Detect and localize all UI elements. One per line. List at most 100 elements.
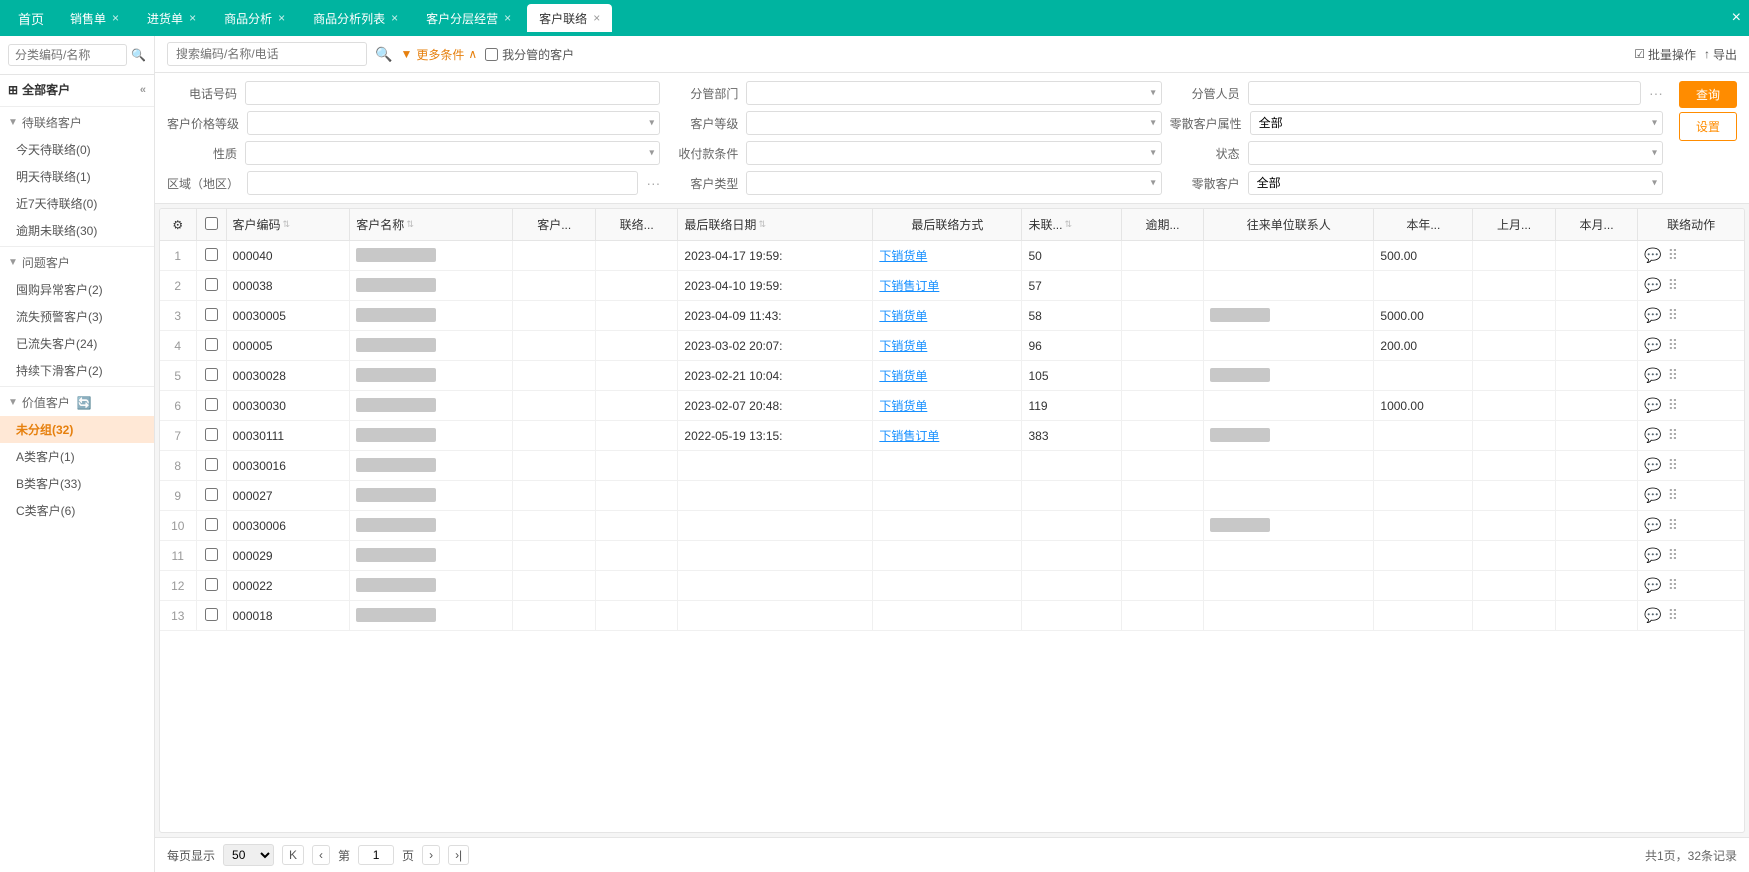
row-checkbox[interactable] bbox=[205, 458, 218, 471]
sidebar-group-problem[interactable]: ▼ 问题客户 bbox=[0, 249, 154, 276]
my-customers-checkbox-label[interactable]: 我分管的客户 bbox=[485, 46, 574, 63]
my-customers-checkbox[interactable] bbox=[485, 48, 498, 61]
sidebar-item-ungroup[interactable]: 未分组(32) bbox=[0, 416, 154, 443]
filter-search-btn[interactable]: 🔍 bbox=[375, 46, 392, 63]
type-select[interactable] bbox=[746, 171, 1161, 195]
collapse-sidebar-btn[interactable]: « bbox=[140, 84, 146, 96]
row-checkbox[interactable] bbox=[205, 518, 218, 531]
cell-last-method[interactable] bbox=[873, 601, 1022, 631]
row-checkbox[interactable] bbox=[205, 608, 218, 621]
sidebar-item-7days[interactable]: 近7天待联络(0) bbox=[0, 190, 154, 217]
export-btn[interactable]: ↑ 导出 bbox=[1704, 46, 1737, 63]
contact-icon[interactable]: 💬 bbox=[1644, 487, 1661, 504]
sidebar-item-today[interactable]: 今天待联络(0) bbox=[0, 136, 154, 163]
status-select[interactable] bbox=[1248, 141, 1663, 165]
level-select[interactable] bbox=[746, 111, 1161, 135]
sidebar-search-input[interactable] bbox=[8, 44, 127, 66]
row-checkbox[interactable] bbox=[205, 578, 218, 591]
person-more-btn[interactable]: ··· bbox=[1649, 85, 1663, 101]
row-checkbox[interactable] bbox=[205, 248, 218, 261]
method-link[interactable]: 下销货单 bbox=[879, 249, 927, 263]
th-last-date[interactable]: 最后联络日期 bbox=[678, 209, 873, 241]
cell-last-method[interactable]: 下销货单 bbox=[873, 391, 1022, 421]
cell-last-method[interactable]: 下销售订单 bbox=[873, 421, 1022, 451]
cell-last-method[interactable] bbox=[873, 511, 1022, 541]
price-level-select[interactable] bbox=[247, 111, 660, 135]
contact-icon[interactable]: 💬 bbox=[1644, 457, 1661, 474]
filter-search-input[interactable] bbox=[167, 42, 367, 66]
more-icon[interactable]: ⠿ bbox=[1668, 547, 1678, 564]
last-date-sort[interactable]: 最后联络日期 bbox=[684, 216, 866, 233]
more-icon[interactable]: ⠿ bbox=[1668, 277, 1678, 294]
cell-last-method[interactable] bbox=[873, 451, 1022, 481]
more-icon[interactable]: ⠿ bbox=[1668, 367, 1678, 384]
not-contact-sort[interactable]: 未联... bbox=[1028, 216, 1114, 233]
sidebar-item-abnormal[interactable]: 囤购异常客户(2) bbox=[0, 276, 154, 303]
sidebar-search-icon[interactable]: 🔍 bbox=[131, 48, 146, 62]
refresh-icon[interactable]: 🔄 bbox=[77, 396, 92, 410]
close-purchase-tab[interactable]: × bbox=[189, 11, 196, 25]
row-checkbox[interactable] bbox=[205, 488, 218, 501]
row-checkbox[interactable] bbox=[205, 338, 218, 351]
nav-tab-purchase[interactable]: 进货单 × bbox=[135, 4, 208, 32]
more-icon[interactable]: ⠿ bbox=[1668, 577, 1678, 594]
more-filters-btn[interactable]: ▼ 更多条件 ∧ bbox=[400, 46, 477, 63]
row-checkbox[interactable] bbox=[205, 278, 218, 291]
first-page-btn[interactable]: K bbox=[282, 845, 304, 865]
th-partner-contact[interactable]: 往来单位联系人 bbox=[1204, 209, 1374, 241]
contact-icon[interactable]: 💬 bbox=[1644, 307, 1661, 324]
reset-btn[interactable]: 设置 bbox=[1679, 112, 1737, 141]
contact-icon[interactable]: 💬 bbox=[1644, 337, 1661, 354]
contact-icon[interactable]: 💬 bbox=[1644, 517, 1661, 534]
row-checkbox[interactable] bbox=[205, 368, 218, 381]
th-name[interactable]: 客户名称 bbox=[350, 209, 513, 241]
th-customer-type[interactable]: 客户... bbox=[513, 209, 595, 241]
close-customer-contact-tab[interactable]: × bbox=[593, 11, 600, 25]
gear-icon[interactable]: ⚙ bbox=[172, 218, 183, 232]
more-icon[interactable]: ⠿ bbox=[1668, 487, 1678, 504]
close-all-btn[interactable]: × bbox=[1732, 9, 1741, 27]
contact-icon[interactable]: 💬 bbox=[1644, 247, 1661, 264]
name-sort[interactable]: 客户名称 bbox=[356, 216, 506, 233]
region-input[interactable] bbox=[247, 171, 638, 195]
nav-home[interactable]: 首页 bbox=[8, 9, 54, 28]
cell-last-method[interactable]: 下销货单 bbox=[873, 241, 1022, 271]
nature-select[interactable] bbox=[245, 141, 660, 165]
retail-select[interactable]: 全部 bbox=[1248, 171, 1663, 195]
all-customers-title[interactable]: ⊞ 全部客户 « bbox=[0, 75, 154, 104]
more-icon[interactable]: ⠿ bbox=[1668, 457, 1678, 474]
th-overdue[interactable]: 逾期... bbox=[1121, 209, 1203, 241]
next-page-btn[interactable]: › bbox=[422, 845, 440, 865]
close-analysis-tab[interactable]: × bbox=[278, 11, 285, 25]
method-link[interactable]: 下销货单 bbox=[879, 369, 927, 383]
batch-op-btn[interactable]: ☑ 批量操作 bbox=[1634, 46, 1696, 63]
attr-select[interactable]: 全部 bbox=[1250, 111, 1663, 135]
nav-tab-customer-layer[interactable]: 客户分层经营 × bbox=[414, 4, 523, 32]
last-page-btn[interactable]: ›| bbox=[448, 845, 469, 865]
region-more-btn[interactable]: ··· bbox=[646, 175, 660, 191]
close-analysis-list-tab[interactable]: × bbox=[391, 11, 398, 25]
sidebar-item-overdue[interactable]: 逾期未联络(30) bbox=[0, 217, 154, 244]
prev-page-btn[interactable]: ‹ bbox=[312, 845, 330, 865]
row-checkbox[interactable] bbox=[205, 548, 218, 561]
method-link[interactable]: 下销货单 bbox=[879, 309, 927, 323]
cell-last-method[interactable] bbox=[873, 571, 1022, 601]
sidebar-item-churn-warning[interactable]: 流失预警客户(3) bbox=[0, 303, 154, 330]
row-checkbox[interactable] bbox=[205, 428, 218, 441]
select-all-checkbox[interactable] bbox=[205, 217, 218, 230]
method-link[interactable]: 下销货单 bbox=[879, 399, 927, 413]
phone-input[interactable] bbox=[245, 81, 660, 105]
sidebar-item-c-class[interactable]: C类客户(6) bbox=[0, 497, 154, 524]
more-icon[interactable]: ⠿ bbox=[1668, 307, 1678, 324]
query-btn[interactable]: 查询 bbox=[1679, 81, 1737, 108]
contact-icon[interactable]: 💬 bbox=[1644, 607, 1661, 624]
sidebar-item-b-class[interactable]: B类客户(33) bbox=[0, 470, 154, 497]
cell-last-method[interactable]: 下销货单 bbox=[873, 361, 1022, 391]
person-input[interactable] bbox=[1248, 81, 1641, 105]
th-this-year[interactable]: 本年... bbox=[1374, 209, 1473, 241]
sidebar-group-value[interactable]: ▼ 价值客户 🔄 bbox=[0, 389, 154, 416]
page-number-input[interactable] bbox=[358, 845, 394, 865]
th-not-contact[interactable]: 未联... bbox=[1022, 209, 1121, 241]
nav-tab-analysis-list[interactable]: 商品分析列表 × bbox=[301, 4, 410, 32]
sidebar-group-pending[interactable]: ▼ 待联络客户 bbox=[0, 109, 154, 136]
